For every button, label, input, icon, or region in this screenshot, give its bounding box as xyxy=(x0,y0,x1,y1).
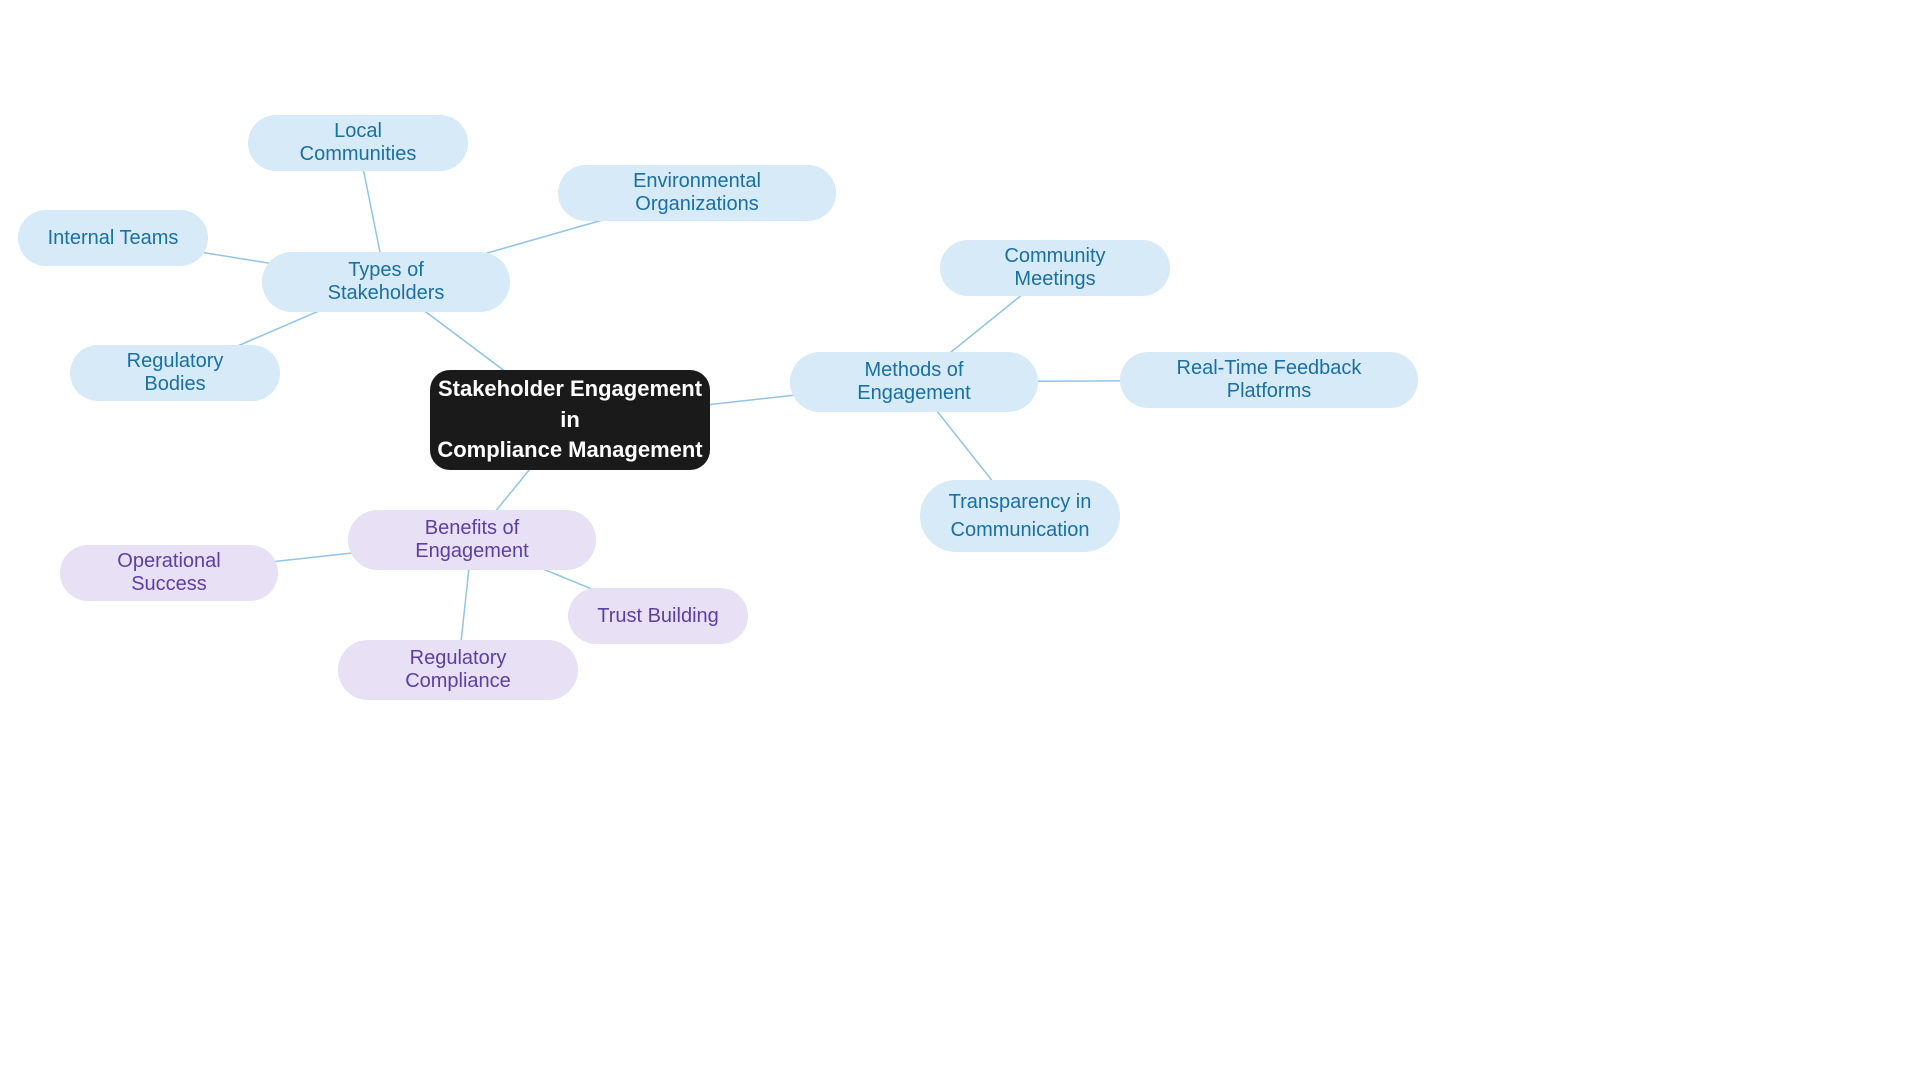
types-of-stakeholders-node[interactable]: Types of Stakeholders xyxy=(262,252,510,312)
types-of-stakeholders-label: Types of Stakeholders xyxy=(298,259,474,305)
transparency-communication-label: Transparency in Communication xyxy=(949,488,1092,544)
local-communities-label: Local Communities xyxy=(276,120,440,166)
local-communities-node[interactable]: Local Communities xyxy=(248,115,468,171)
regulatory-bodies-node[interactable]: Regulatory Bodies xyxy=(70,345,280,401)
internal-teams-label: Internal Teams xyxy=(48,227,179,250)
methods-of-engagement-label: Methods of Engagement xyxy=(826,359,1002,405)
center-node[interactable]: Stakeholder Engagement in Compliance Man… xyxy=(430,370,710,470)
benefits-of-engagement-node[interactable]: Benefits of Engagement xyxy=(348,510,596,570)
real-time-feedback-node[interactable]: Real-Time Feedback Platforms xyxy=(1120,352,1418,408)
operational-success-label: Operational Success xyxy=(88,550,250,596)
operational-success-node[interactable]: Operational Success xyxy=(60,545,278,601)
trust-building-label: Trust Building xyxy=(597,605,719,628)
benefits-of-engagement-label: Benefits of Engagement xyxy=(384,517,560,563)
internal-teams-node[interactable]: Internal Teams xyxy=(18,210,208,266)
community-meetings-node[interactable]: Community Meetings xyxy=(940,240,1170,296)
real-time-feedback-label: Real-Time Feedback Platforms xyxy=(1148,357,1390,403)
community-meetings-label: Community Meetings xyxy=(968,245,1142,291)
environmental-organizations-node[interactable]: Environmental Organizations xyxy=(558,165,836,221)
methods-of-engagement-node[interactable]: Methods of Engagement xyxy=(790,352,1038,412)
environmental-organizations-label: Environmental Organizations xyxy=(586,170,808,216)
regulatory-bodies-label: Regulatory Bodies xyxy=(98,350,252,396)
transparency-communication-node[interactable]: Transparency in Communication xyxy=(920,480,1120,552)
center-label: Stakeholder Engagement in Compliance Man… xyxy=(430,374,710,466)
trust-building-node[interactable]: Trust Building xyxy=(568,588,748,644)
regulatory-compliance-label: Regulatory Compliance xyxy=(366,647,550,693)
regulatory-compliance-node[interactable]: Regulatory Compliance xyxy=(338,640,578,700)
